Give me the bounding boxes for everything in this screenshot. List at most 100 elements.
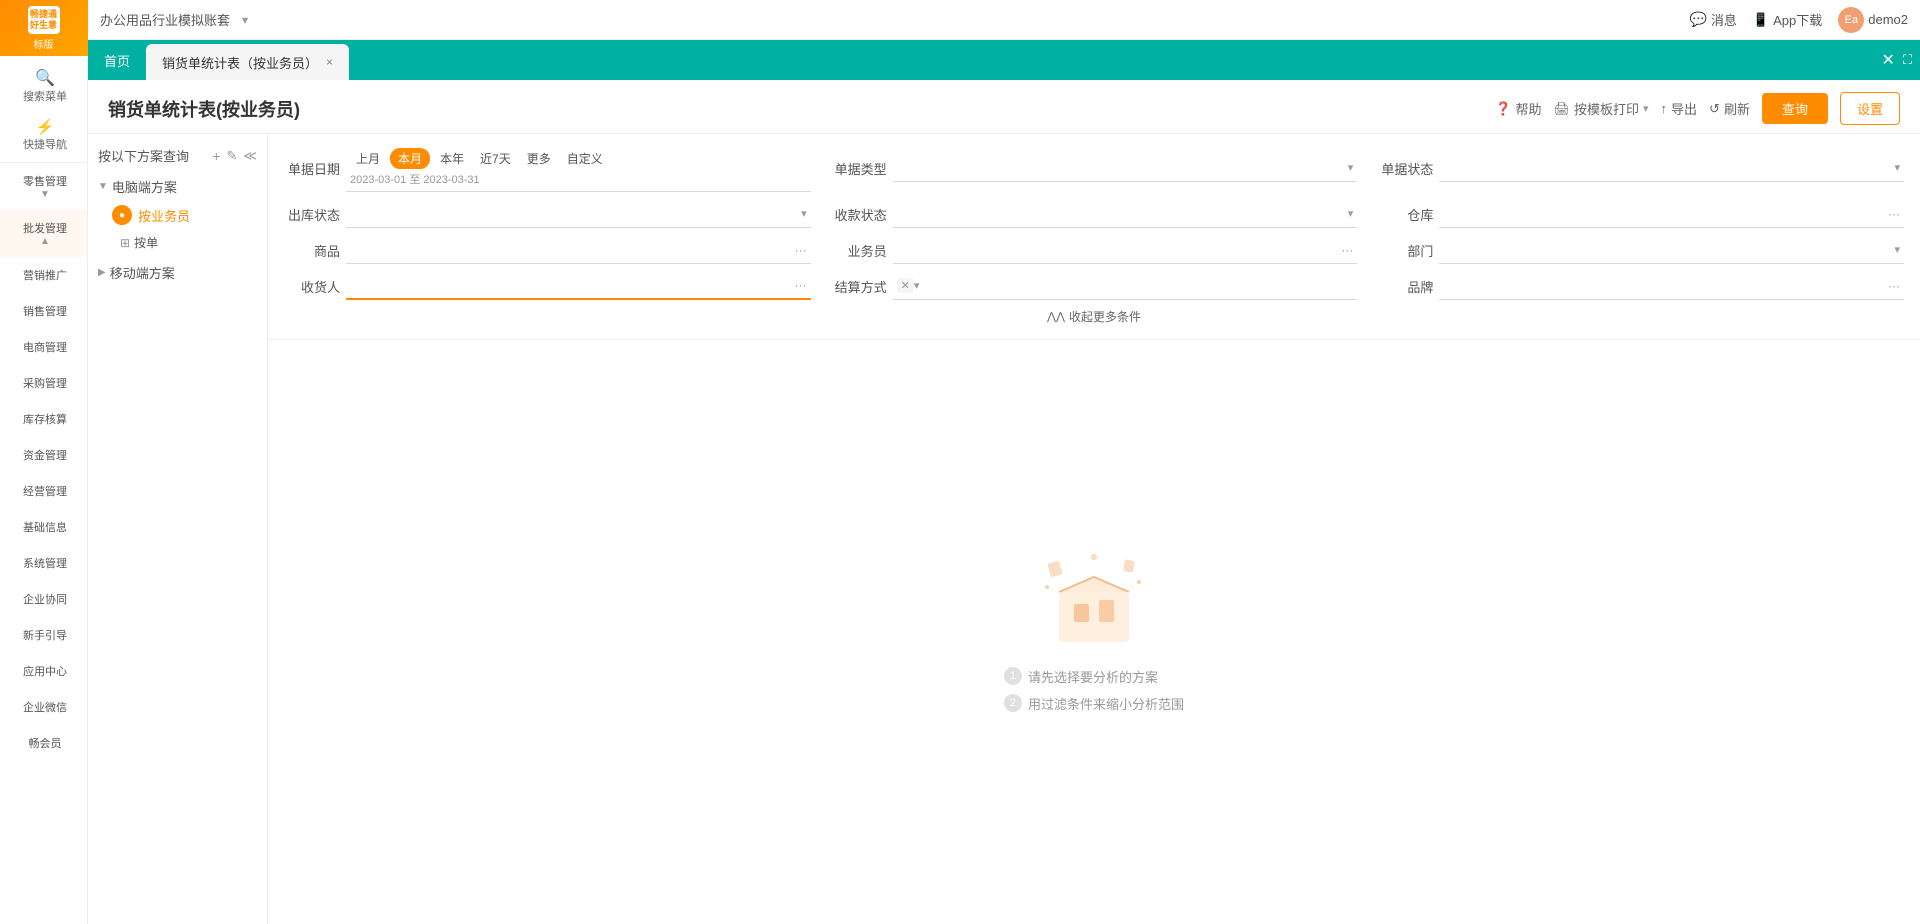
tab-bar: 首页 销货单统计表（按业务员） × ✕ ⛶: [88, 40, 1920, 80]
goods-more-icon[interactable]: ···: [795, 243, 807, 257]
salesperson-label: 业务员: [831, 241, 887, 260]
print-dropdown-icon: ▾: [1643, 102, 1649, 115]
outstatus-control[interactable]: ▾: [346, 200, 811, 228]
date-tab-custom[interactable]: 自定义: [561, 148, 609, 169]
sidebar-item-newbie[interactable]: 新手引导: [0, 617, 87, 653]
date-label: 单据日期: [284, 159, 340, 178]
empty-illustration: [1039, 552, 1149, 655]
sub-scheme-icon: ⊞: [120, 236, 130, 250]
date-tab-more[interactable]: 更多: [521, 148, 557, 169]
sidebar-item-finance[interactable]: 资金管理: [0, 437, 87, 473]
sidebar-item-basic-info[interactable]: 基础信息: [0, 509, 87, 545]
sidebar-item-sales[interactable]: 销售管理: [0, 293, 87, 329]
collapse-btn[interactable]: ⋀⋀ 收起更多条件: [1047, 308, 1141, 325]
tab-bar-right: ✕ ⛶: [1881, 50, 1920, 70]
settle-tag-close[interactable]: ✕: [901, 279, 910, 292]
tab-close-icon[interactable]: ×: [326, 55, 333, 69]
edit-scheme-icon[interactable]: ✎: [226, 148, 237, 164]
sidebar-item-app-center[interactable]: 应用中心: [0, 653, 87, 689]
collapse-panel-icon[interactable]: ≪: [243, 148, 257, 164]
filter-area: 单据日期 上月 本月 本年 近7天 更多 自定义 20: [268, 134, 1920, 340]
settle-control[interactable]: ✕ ▾: [893, 272, 1358, 300]
filter-row-4: 收货人 ··· 结算方式 ✕: [284, 272, 1904, 300]
print-icon: 🖨: [1553, 101, 1570, 117]
sidebar: 畅捷通好生意 标版 🔍 搜索菜单 ⚡ 快捷导航 零售管理 ▼ 批发管理 ▲ 营销…: [0, 0, 88, 924]
message-btn[interactable]: 💬 消息: [1689, 10, 1736, 29]
settle-label: 结算方式: [831, 277, 887, 296]
date-tab-last-month[interactable]: 上月: [350, 148, 386, 169]
collapse-up-icon: ⋀⋀: [1047, 310, 1065, 323]
sidebar-item-purchase[interactable]: 采购管理: [0, 365, 87, 401]
filter-brand-field: 品牌 ···: [1377, 272, 1904, 300]
brand-more-icon[interactable]: ···: [1888, 279, 1900, 293]
pc-scheme-group-header[interactable]: ▼ 电脑端方案: [88, 173, 267, 200]
filter-row-3: 商品 ··· 业务员 ···: [284, 236, 1904, 264]
warehouse-label: 仓库: [1377, 205, 1433, 224]
date-tab-7days[interactable]: 近7天: [474, 148, 517, 169]
help-btn[interactable]: ❓ 帮助: [1495, 99, 1541, 118]
filter-receiptstatus-field: 收款状态 ▾: [831, 200, 1358, 228]
sidebar-item-quicknav[interactable]: ⚡ 快捷导航: [0, 114, 87, 156]
sidebar-item-marketing[interactable]: 营销推广: [0, 257, 87, 293]
sidebar-item-retail[interactable]: 零售管理 ▼: [0, 163, 87, 210]
sidebar-item-member[interactable]: 畅会员: [0, 725, 87, 761]
app-dropdown-icon[interactable]: ▾: [242, 13, 248, 27]
logo-text: 畅捷通好生意: [30, 9, 57, 31]
scheme-item-salesperson[interactable]: ● 按业务员: [88, 200, 267, 230]
docstatus-control[interactable]: ▾: [1439, 154, 1904, 182]
export-btn[interactable]: ↑ 导出: [1661, 99, 1698, 118]
tab-sales-stats[interactable]: 销货单统计表（按业务员） ×: [146, 44, 349, 80]
tab-home[interactable]: 首页: [88, 40, 146, 80]
add-scheme-icon[interactable]: +: [212, 148, 220, 164]
refresh-btn[interactable]: ↺ 刷新: [1709, 99, 1750, 118]
outstatus-label: 出库状态: [284, 205, 340, 224]
query-button[interactable]: 查询: [1762, 93, 1828, 124]
settings-button[interactable]: 设置: [1840, 92, 1900, 125]
sidebar-search-section: 🔍 搜索菜单 ⚡ 快捷导航: [0, 56, 87, 163]
salesperson-control[interactable]: ···: [893, 236, 1358, 264]
tab-maximize-icon[interactable]: ⛶: [1903, 52, 1912, 68]
sidebar-item-wechat[interactable]: 企业微信: [0, 689, 87, 725]
filter-salesperson-field: 业务员 ···: [831, 236, 1358, 264]
sidebar-item-inventory[interactable]: 库存核算: [0, 401, 87, 437]
print-btn[interactable]: 🖨 按模板打印 ▾: [1553, 99, 1648, 118]
brand-label: 品牌: [1377, 277, 1433, 296]
empty-hints: 1 请先选择要分析的方案 2 用过滤条件来缩小分析范围: [1004, 667, 1184, 713]
dept-dropdown-icon: ▾: [1894, 243, 1900, 256]
sub-scheme-by-order[interactable]: ⊞ 按单: [88, 230, 267, 255]
salesperson-more-icon[interactable]: ···: [1341, 243, 1353, 257]
goods-control[interactable]: ···: [346, 236, 811, 264]
dept-control[interactable]: ▾: [1439, 236, 1904, 264]
sidebar-item-ecommerce[interactable]: 电商管理: [0, 329, 87, 365]
warehouse-control[interactable]: ···: [1439, 200, 1904, 228]
filter-dept-field: 部门 ▾: [1377, 236, 1904, 264]
goods-label: 商品: [284, 241, 340, 260]
sidebar-item-wholesale[interactable]: 批发管理 ▲: [0, 210, 87, 257]
doctype-control[interactable]: ▾: [893, 154, 1358, 182]
consignee-more-icon[interactable]: ···: [795, 278, 807, 292]
date-control: 上月 本月 本年 近7天 更多 自定义 2023-03-01 至 2023-03…: [346, 144, 811, 192]
scheme-item-active-icon: ●: [112, 205, 132, 225]
sidebar-item-system[interactable]: 系统管理: [0, 545, 87, 581]
filter-settle-field: 结算方式 ✕ ▾: [831, 272, 1358, 300]
filter-consignee-field: 收货人 ···: [284, 272, 811, 300]
message-icon: 💬: [1689, 11, 1706, 28]
pc-group-label: 电脑端方案: [112, 177, 177, 196]
user-menu-btn[interactable]: Ea demo2: [1838, 7, 1908, 33]
receiptstatus-control[interactable]: ▾: [893, 200, 1358, 228]
sidebar-item-enterprise[interactable]: 企业协同: [0, 581, 87, 617]
brand-control[interactable]: ···: [1439, 272, 1904, 300]
warehouse-more-icon[interactable]: ···: [1888, 207, 1900, 221]
date-tab-this-month[interactable]: 本月: [390, 148, 430, 169]
sidebar-item-operations[interactable]: 经营管理: [0, 473, 87, 509]
consignee-control[interactable]: ···: [346, 272, 811, 300]
doctype-dropdown-icon: ▾: [1348, 161, 1354, 174]
sidebar-logo: 畅捷通好生意 标版: [0, 0, 88, 56]
mobile-scheme-group-header[interactable]: ▶ 移动端方案: [88, 259, 267, 286]
sidebar-item-search[interactable]: 🔍 搜索菜单: [0, 62, 87, 110]
empty-hint-2: 2 用过滤条件来缩小分析范围: [1004, 694, 1184, 713]
top-bar: 办公用品行业模拟账套 ▾ 💬 消息 📱 App下载 Ea demo2: [88, 0, 1920, 40]
tab-window-close-icon[interactable]: ✕: [1881, 50, 1894, 70]
app-download-btn[interactable]: 📱 App下载: [1753, 10, 1822, 29]
date-tab-this-year[interactable]: 本年: [434, 148, 470, 169]
